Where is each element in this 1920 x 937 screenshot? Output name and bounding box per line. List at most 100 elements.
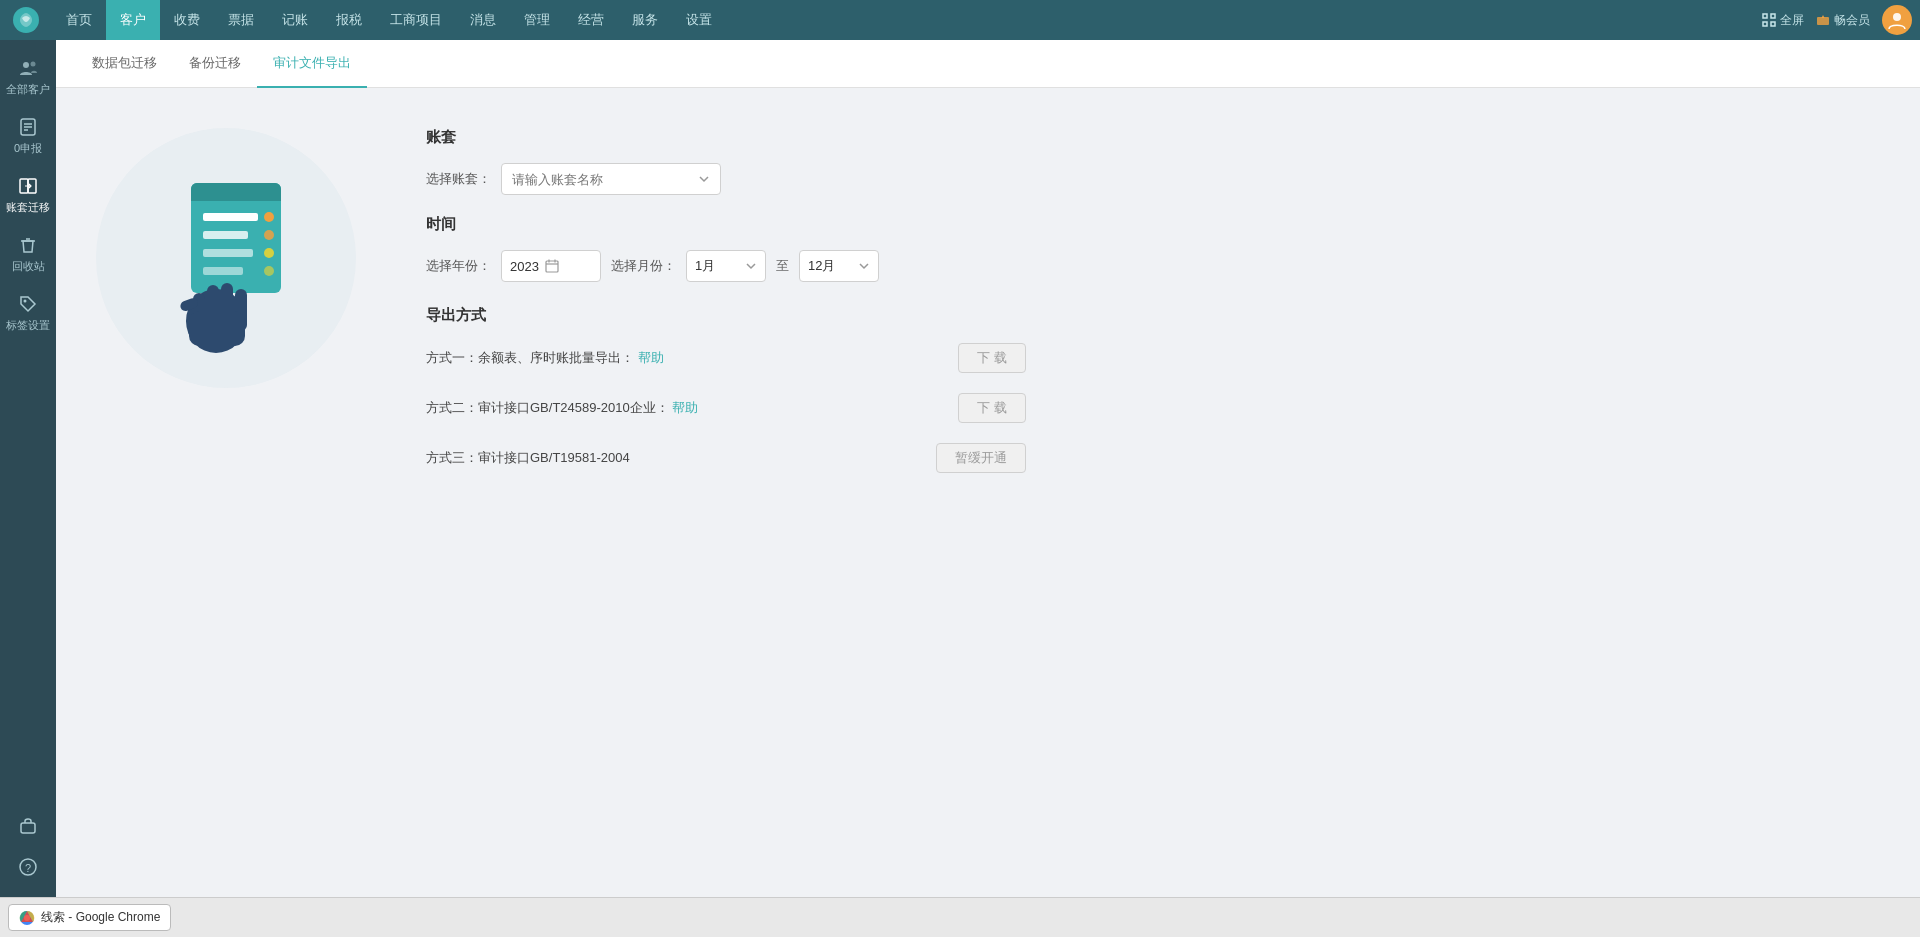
- export-method-3-label: 方式三：审计接口GB/T19581-2004: [426, 449, 630, 467]
- year-input[interactable]: 2023: [501, 250, 601, 282]
- export-method-1-row: 方式一：余额表、序时账批量导出： 帮助 下 载: [426, 343, 1026, 373]
- svg-point-17: [24, 300, 27, 303]
- sidebar-label-migrate: 账套迁移: [6, 200, 50, 215]
- nav-settings[interactable]: 设置: [672, 0, 726, 40]
- export-method-1-download-button[interactable]: 下 载: [958, 343, 1026, 373]
- svg-point-31: [264, 266, 274, 276]
- svg-rect-4: [1771, 22, 1775, 26]
- illustration-circle: [96, 128, 356, 388]
- year-value: 2023: [510, 259, 539, 274]
- taskbar-chrome-item[interactable]: 线索 - Google Chrome: [8, 904, 171, 931]
- account-section-title: 账套: [426, 128, 1026, 147]
- vip-label: 畅会员: [1834, 12, 1870, 29]
- month-end-value: 12月: [808, 257, 835, 275]
- sidebar-item-zero-report[interactable]: 0申报: [0, 107, 56, 166]
- form-area: 账套 选择账套： 时间 选择年份： 2023: [426, 118, 1026, 493]
- tab-audit-export[interactable]: 审计文件导出: [257, 40, 367, 88]
- sidebar-bottom: ?: [10, 809, 46, 897]
- time-section-title: 时间: [426, 215, 1026, 234]
- export-method-2-row: 方式二：审计接口GB/T24589-2010企业： 帮助 下 载: [426, 393, 1026, 423]
- sidebar-help-icon[interactable]: ?: [10, 849, 46, 885]
- svg-rect-3: [1763, 22, 1767, 26]
- page-content: 账套 选择账套： 时间 选择年份： 2023: [56, 88, 1920, 897]
- month-end-select[interactable]: 12月: [799, 250, 879, 282]
- sidebar-label-zero-report: 0申报: [14, 141, 42, 156]
- app-logo: [8, 2, 44, 38]
- sidebar-item-trash[interactable]: 回收站: [0, 225, 56, 284]
- svg-rect-23: [191, 195, 281, 201]
- tab-backup-migrate[interactable]: 备份迁移: [173, 40, 257, 88]
- svg-point-28: [264, 212, 274, 222]
- export-method-3-row: 方式三：审计接口GB/T19581-2004 暂缓开通: [426, 443, 1026, 473]
- nav-billing[interactable]: 收费: [160, 0, 214, 40]
- illustration-area: [86, 118, 366, 398]
- account-input[interactable]: [512, 172, 698, 187]
- svg-rect-27: [203, 267, 243, 275]
- svg-rect-5: [1817, 17, 1829, 25]
- left-sidebar: 全部客户 0申报 账套迁移 回收站: [0, 40, 56, 897]
- nav-tax[interactable]: 报税: [322, 0, 376, 40]
- sidebar-item-tag-settings[interactable]: 标签设置: [0, 284, 56, 343]
- export-method-1-help-link[interactable]: 帮助: [638, 350, 664, 365]
- svg-rect-38: [189, 311, 245, 346]
- svg-marker-6: [1822, 15, 1825, 18]
- tabs-bar: 数据包迁移 备份迁移 审计文件导出: [56, 40, 1920, 88]
- account-label: 选择账套：: [426, 170, 491, 188]
- nav-business[interactable]: 工商项目: [376, 0, 456, 40]
- fullscreen-button[interactable]: 全屏: [1762, 12, 1804, 29]
- month-end-chevron-icon: [858, 260, 870, 272]
- export-method-2-download-button[interactable]: 下 载: [958, 393, 1026, 423]
- calendar-icon: [545, 259, 559, 273]
- to-text: 至: [776, 257, 789, 275]
- nav-message[interactable]: 消息: [456, 0, 510, 40]
- avatar[interactable]: [1882, 5, 1912, 35]
- nav-invoice[interactable]: 票据: [214, 0, 268, 40]
- svg-point-29: [264, 230, 274, 240]
- nav-home[interactable]: 首页: [52, 0, 106, 40]
- nav-service[interactable]: 服务: [618, 0, 672, 40]
- main-layout: 全部客户 0申报 账套迁移 回收站: [0, 40, 1920, 897]
- export-method-1-label: 方式一：余额表、序时账批量导出： 帮助: [426, 349, 664, 367]
- taskbar: 线索 - Google Chrome: [0, 897, 1920, 937]
- date-row: 选择年份： 2023 选择月份： 1月: [426, 250, 1026, 282]
- svg-rect-24: [203, 213, 258, 221]
- svg-rect-18: [21, 823, 35, 833]
- svg-rect-39: [546, 261, 558, 272]
- nav-bookkeeping[interactable]: 记账: [268, 0, 322, 40]
- vip-button[interactable]: 畅会员: [1816, 12, 1870, 29]
- nav-customers[interactable]: 客户: [106, 0, 160, 40]
- sidebar-notification-icon[interactable]: [10, 809, 46, 845]
- sidebar-label-tag-settings: 标签设置: [6, 318, 50, 333]
- svg-point-8: [23, 62, 29, 68]
- month-start-chevron-icon: [745, 260, 757, 272]
- sidebar-item-migrate[interactable]: 账套迁移: [0, 166, 56, 225]
- account-form-row: 选择账套：: [426, 163, 1026, 195]
- nav-operation[interactable]: 经营: [564, 0, 618, 40]
- chrome-icon: [19, 910, 35, 926]
- svg-text:?: ?: [25, 862, 31, 874]
- top-nav: 首页 客户 收费 票据 记账 报税 工商项目 消息 管理 经营 服务 设置 全屏: [0, 0, 1920, 40]
- month-start-select[interactable]: 1月: [686, 250, 766, 282]
- svg-point-9: [31, 62, 36, 67]
- month-start-value: 1月: [695, 257, 715, 275]
- account-select[interactable]: [501, 163, 721, 195]
- export-method-2-help-link[interactable]: 帮助: [672, 400, 698, 415]
- year-label: 选择年份：: [426, 257, 491, 275]
- export-title: 导出方式: [426, 306, 1026, 325]
- content-area: 数据包迁移 备份迁移 审计文件导出: [56, 40, 1920, 897]
- sidebar-item-all-customers[interactable]: 全部客户: [0, 48, 56, 107]
- month-label: 选择月份：: [611, 257, 676, 275]
- svg-rect-1: [1763, 14, 1767, 18]
- sidebar-label-all-customers: 全部客户: [6, 82, 50, 97]
- fullscreen-label: 全屏: [1780, 12, 1804, 29]
- nav-items: 首页 客户 收费 票据 记账 报税 工商项目 消息 管理 经营 服务 设置: [52, 0, 1762, 40]
- export-method-3-open-button[interactable]: 暂缓开通: [936, 443, 1026, 473]
- tab-data-migrate[interactable]: 数据包迁移: [76, 40, 173, 88]
- chevron-down-icon: [698, 173, 710, 185]
- nav-manage[interactable]: 管理: [510, 0, 564, 40]
- svg-rect-25: [203, 231, 248, 239]
- export-section: 导出方式 方式一：余额表、序时账批量导出： 帮助 下 载 方式二：审计接口GB/…: [426, 306, 1026, 473]
- taskbar-chrome-label: 线索 - Google Chrome: [41, 909, 160, 926]
- export-method-2-label: 方式二：审计接口GB/T24589-2010企业： 帮助: [426, 399, 698, 417]
- sidebar-label-trash: 回收站: [12, 259, 45, 274]
